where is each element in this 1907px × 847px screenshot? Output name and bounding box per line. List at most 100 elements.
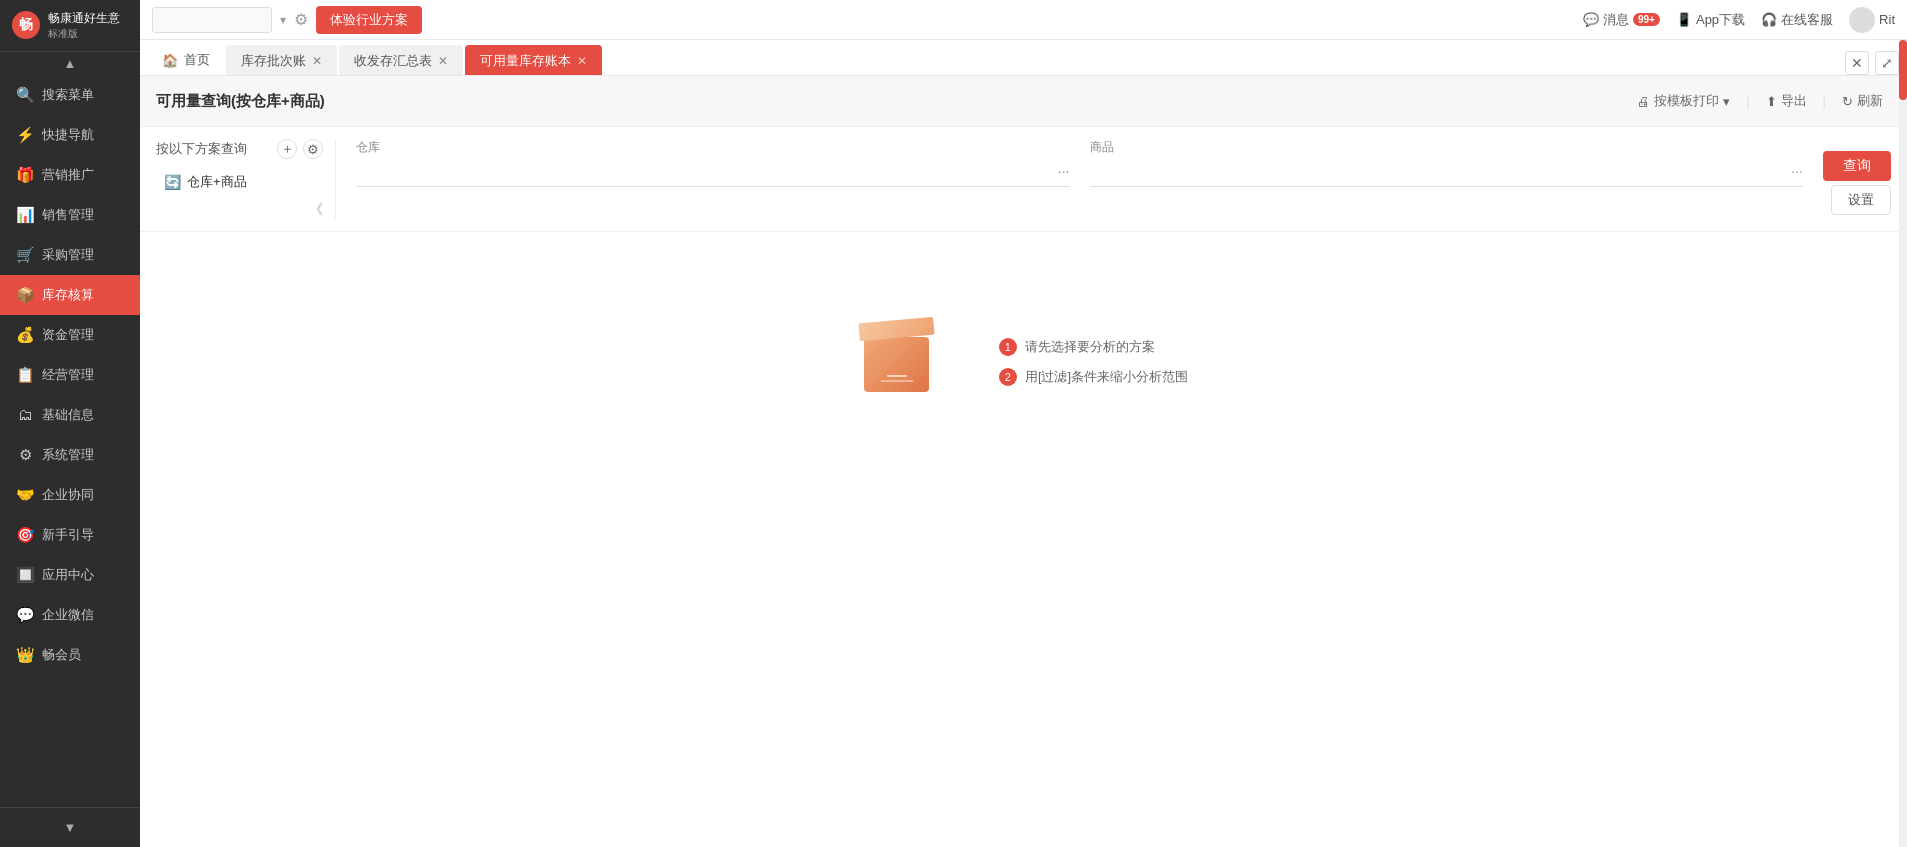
- sidebar-item-marketing[interactable]: 🎁 营销推广: [0, 155, 140, 195]
- export-button[interactable]: ⬆ 导出: [1758, 88, 1815, 114]
- scheme-label: 仓库+商品: [187, 173, 247, 191]
- online-service-button[interactable]: 🎧 在线客服: [1761, 11, 1833, 29]
- online-service-label: 在线客服: [1781, 11, 1833, 29]
- user-info[interactable]: Rit: [1849, 7, 1895, 33]
- operations-icon: 📋: [16, 366, 34, 384]
- sidebar-item-label: 快捷导航: [42, 126, 94, 144]
- sidebar-item-label: 畅会员: [42, 646, 81, 664]
- enterprise-icon: 🤝: [16, 486, 34, 504]
- scheme-icon: 🔄: [164, 174, 181, 190]
- filter-scheme-label: 按以下方案查询: [156, 140, 247, 158]
- warehouse-input-row: ···: [356, 160, 1070, 187]
- main-content: ▾ ⚙ 体验行业方案 💬 消息 99+ 📱 App下载 🎧 在线客服 Rit: [140, 0, 1907, 847]
- shortcut-icon: ⚡: [16, 126, 34, 144]
- app-download-icon: 📱: [1676, 12, 1692, 27]
- avatar: [1849, 7, 1875, 33]
- box-illustration: [859, 312, 939, 392]
- filter-add-btn[interactable]: ＋: [277, 139, 297, 159]
- empty-state-text: 1 请先选择要分析的方案 2 用[过滤]条件来缩小分析范围: [999, 338, 1188, 386]
- sidebar-item-newbie[interactable]: 🎯 新手引导: [0, 515, 140, 555]
- topbar-dropdown-icon[interactable]: ▾: [280, 13, 286, 27]
- filter-collapse-btn[interactable]: 《: [156, 201, 323, 219]
- empty-step-2: 2 用[过滤]条件来缩小分析范围: [999, 368, 1188, 386]
- sidebar-item-system[interactable]: ⚙ 系统管理: [0, 435, 140, 475]
- page-header: 可用量查询(按仓库+商品) 🖨 按模板打印 ▾ | ⬆ 导出 | ↻ 刷新: [140, 76, 1907, 127]
- sidebar-item-enterprise[interactable]: 🤝 企业协同: [0, 475, 140, 515]
- sidebar-item-label: 搜索菜单: [42, 86, 94, 104]
- tab-available-close[interactable]: ✕: [577, 54, 587, 68]
- sidebar-item-label: 企业协同: [42, 486, 94, 504]
- trial-button[interactable]: 体验行业方案: [316, 6, 422, 34]
- warehouse-value[interactable]: [356, 160, 1054, 182]
- message-button[interactable]: 💬 消息 99+: [1583, 11, 1660, 29]
- export-icon: ⬆: [1766, 94, 1777, 109]
- sidebar-item-label: 企业微信: [42, 606, 94, 624]
- member-icon: 👑: [16, 646, 34, 664]
- filter-left-actions: ＋ ⚙: [277, 139, 323, 159]
- inventory-icon: 📦: [16, 286, 34, 304]
- sidebar-item-weixin[interactable]: 💬 企业微信: [0, 595, 140, 635]
- sales-icon: 📊: [16, 206, 34, 224]
- warehouse-more-btn[interactable]: ···: [1058, 163, 1070, 179]
- tabs-bar: 🏠 首页 库存批次账 ✕ 收发存汇总表 ✕ 可用量库存账本 ✕ ✕ ⤢: [140, 40, 1907, 76]
- empty-state-content: 1 请先选择要分析的方案 2 用[过滤]条件来缩小分析范围: [859, 312, 1188, 412]
- sidebar-item-label: 库存核算: [42, 286, 94, 304]
- message-icon: 💬: [1583, 12, 1599, 27]
- tabs-close-button[interactable]: ✕: [1845, 51, 1869, 75]
- weixin-icon: 💬: [16, 606, 34, 624]
- refresh-icon: ↻: [1842, 94, 1853, 109]
- sidebar-item-label: 营销推广: [42, 166, 94, 184]
- sidebar-item-sales[interactable]: 📊 销售管理: [0, 195, 140, 235]
- sidebar-item-member[interactable]: 👑 畅会员: [0, 635, 140, 675]
- page-actions: 🖨 按模板打印 ▾ | ⬆ 导出 | ↻ 刷新: [1629, 88, 1891, 114]
- filter-scheme-header: 按以下方案查询 ＋ ⚙: [156, 139, 323, 159]
- sidebar-item-finance[interactable]: 💰 资金管理: [0, 315, 140, 355]
- sidebar-item-inventory[interactable]: 📦 库存核算: [0, 275, 140, 315]
- tabs-expand-button[interactable]: ⤢: [1875, 51, 1899, 75]
- sidebar-menu: 🔍 搜索菜单 ⚡ 快捷导航 🎁 营销推广 📊 销售管理 🛒 采购管理 📦 库存核…: [0, 75, 140, 807]
- sidebar-item-appcenter[interactable]: 🔲 应用中心: [0, 555, 140, 595]
- tab-available[interactable]: 可用量库存账本 ✕: [465, 45, 602, 75]
- sidebar-item-label: 新手引导: [42, 526, 94, 544]
- sidebar-item-basic[interactable]: 🗂 基础信息: [0, 395, 140, 435]
- app-download-button[interactable]: 📱 App下载: [1676, 11, 1745, 29]
- sidebar-logo: 畅 畅康通好生意 标准版: [0, 0, 140, 52]
- search-icon: 🔍: [16, 86, 34, 104]
- product-more-btn[interactable]: ···: [1791, 163, 1803, 179]
- tab-batch[interactable]: 库存批次账 ✕: [226, 45, 337, 75]
- right-scrollbar[interactable]: [1899, 40, 1907, 847]
- query-button[interactable]: 查询: [1823, 151, 1891, 181]
- sidebar-item-shortcut[interactable]: ⚡ 快捷导航: [0, 115, 140, 155]
- topbar-search-input[interactable]: [152, 7, 272, 33]
- sidebar: 畅 畅康通好生意 标准版 ▲ 🔍 搜索菜单 ⚡ 快捷导航 🎁 营销推广 📊 销售…: [0, 0, 140, 847]
- sidebar-item-purchase[interactable]: 🛒 采购管理: [0, 235, 140, 275]
- tabs-actions: ✕ ⤢: [1845, 51, 1899, 75]
- tab-summary-close[interactable]: ✕: [438, 54, 448, 68]
- tab-home-label: 首页: [184, 51, 210, 69]
- print-dropdown-icon: ▾: [1723, 94, 1730, 109]
- sidebar-item-label: 采购管理: [42, 246, 94, 264]
- filter-scheme-item[interactable]: 🔄 仓库+商品: [156, 167, 323, 197]
- tab-batch-close[interactable]: ✕: [312, 54, 322, 68]
- topbar-settings-icon[interactable]: ⚙: [294, 10, 308, 29]
- sidebar-scroll-down[interactable]: ▼: [0, 816, 140, 839]
- topbar-right: 💬 消息 99+ 📱 App下载 🎧 在线客服 Rit: [1583, 7, 1895, 33]
- product-value[interactable]: [1090, 160, 1788, 182]
- sidebar-item-label: 基础信息: [42, 406, 94, 424]
- tab-batch-label: 库存批次账: [241, 52, 306, 70]
- empty-state-image: [859, 312, 959, 412]
- print-button[interactable]: 🖨 按模板打印 ▾: [1629, 88, 1738, 114]
- sidebar-scroll-up[interactable]: ▲: [0, 52, 140, 75]
- tab-summary[interactable]: 收发存汇总表 ✕: [339, 45, 463, 75]
- tab-available-label: 可用量库存账本: [480, 52, 571, 70]
- marketing-icon: 🎁: [16, 166, 34, 184]
- sidebar-item-label: 系统管理: [42, 446, 94, 464]
- tab-home[interactable]: 🏠 首页: [148, 45, 224, 75]
- filter-warehouse-field: 仓库 ···: [356, 139, 1070, 187]
- filter-settings-scheme-btn[interactable]: ⚙: [303, 139, 323, 159]
- sidebar-item-search[interactable]: 🔍 搜索菜单: [0, 75, 140, 115]
- settings-button[interactable]: 设置: [1831, 185, 1891, 215]
- sidebar-item-operations[interactable]: 📋 经营管理: [0, 355, 140, 395]
- refresh-button[interactable]: ↻ 刷新: [1834, 88, 1891, 114]
- home-icon: 🏠: [162, 53, 178, 68]
